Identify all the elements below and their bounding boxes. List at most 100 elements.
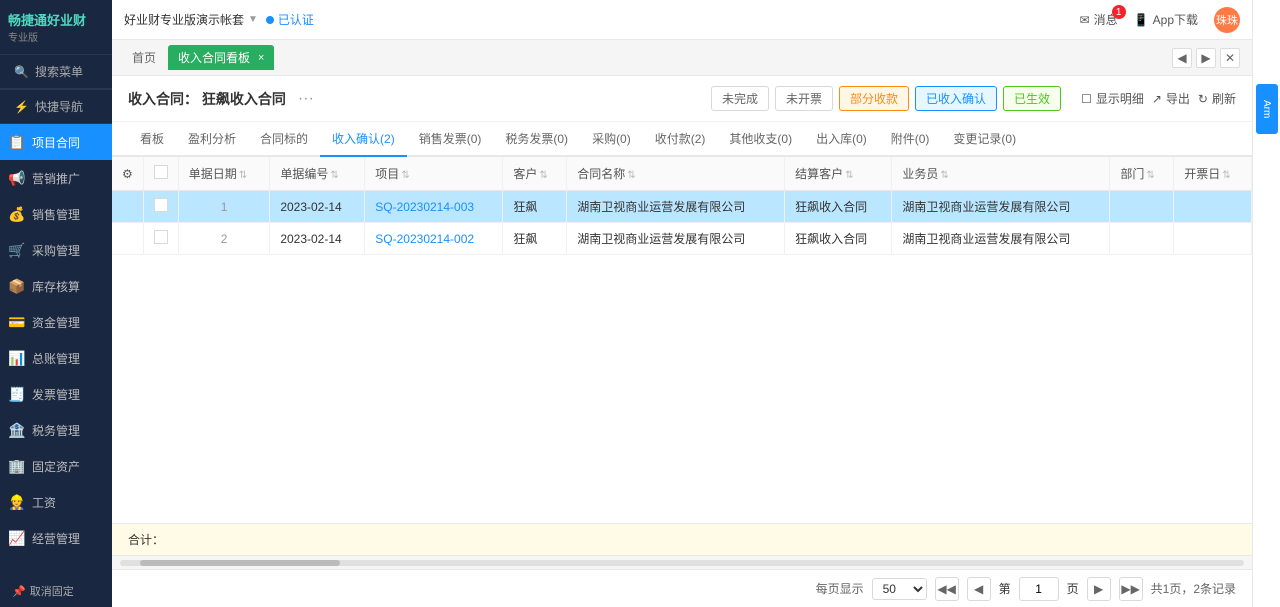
refresh-label: 刷新 <box>1212 90 1236 107</box>
sub-tab-profit[interactable]: 盈利分析 <box>176 122 248 157</box>
certified-dot <box>266 16 274 24</box>
total-pages-info: 共1页，2条记录 <box>1151 580 1236 597</box>
show-detail-label: 显示明细 <box>1096 90 1144 107</box>
table-header-row: ⚙ 单据日期⇅ 单据编号⇅ 项目⇅ 客户⇅ 合同名称⇅ 结算客户⇅ 业务员⇅ 部… <box>112 157 1252 191</box>
sidebar-quick-nav[interactable]: ⚡ 快捷导航 <box>0 89 112 124</box>
tab-prev-button[interactable]: ◀ <box>1172 48 1192 68</box>
app-icon: 📱 <box>1134 13 1149 27</box>
status-btn-uninvoiced[interactable]: 未开票 <box>775 86 833 111</box>
tab-close-icon[interactable]: × <box>258 52 264 64</box>
page-number-input[interactable] <box>1019 577 1059 601</box>
home-tab[interactable]: 首页 <box>124 49 164 66</box>
status-btn-partial[interactable]: 部分收款 <box>839 86 909 111</box>
sub-tab-board[interactable]: 看板 <box>128 122 176 157</box>
row-sales <box>1110 223 1174 255</box>
topbar-left: 好业财专业版演示帐套 ▼ 已认证 <box>124 11 314 28</box>
contract-header: 收入合同： 狂飙收入合同 ··· 未完成 未开票 部分收款 已收入确认 已生效 … <box>112 76 1252 122</box>
header-checkbox[interactable] <box>154 165 168 179</box>
row-project: 狂飙 <box>503 191 567 223</box>
settings-col-header[interactable]: ⚙ <box>112 157 143 191</box>
sidebar-item-inventory[interactable]: 📦 库存核算 <box>0 268 112 304</box>
right-panel-label: Arm <box>1261 100 1272 118</box>
status-btn-confirmed[interactable]: 已收入确认 <box>915 86 997 111</box>
search-label: 搜索菜单 <box>35 63 83 80</box>
row-project: 狂飙 <box>503 223 567 255</box>
row-number: SQ-20230214-002 <box>365 223 503 255</box>
sidebar-bottom[interactable]: 📌 取消固定 <box>0 575 112 607</box>
sidebar-item-purchase[interactable]: 🛒 采购管理 <box>0 232 112 268</box>
status-btn-incomplete[interactable]: 未完成 <box>711 86 769 111</box>
message-badge: 1 <box>1112 5 1126 19</box>
contract-prefix: 收入合同： <box>128 91 198 107</box>
sub-tab-revenue[interactable]: 收入确认(2) <box>320 122 407 157</box>
sidebar-item-tax[interactable]: 🏦 税务管理 <box>0 412 112 448</box>
contract-name: 狂飙收入合同 <box>202 91 286 107</box>
sub-tab-other[interactable]: 其他收支(0) <box>717 122 804 157</box>
inventory-icon: 📦 <box>8 277 26 295</box>
content-area: 收入合同： 狂飙收入合同 ··· 未完成 未开票 部分收款 已收入确认 已生效 … <box>112 76 1252 607</box>
sub-tab-attachment[interactable]: 附件(0) <box>879 122 942 157</box>
customer-col-header: 客户⇅ <box>503 157 567 191</box>
sub-tab-sales-invoice[interactable]: 销售发票(0) <box>407 122 494 157</box>
first-page-button[interactable]: ◀◀ <box>935 577 959 601</box>
checkbox-col-header[interactable] <box>143 157 178 191</box>
right-panel-button[interactable]: Arm <box>1256 84 1278 134</box>
row-contract: 狂飙收入合同 <box>785 223 892 255</box>
message-button[interactable]: ✉ 1 消息 <box>1080 11 1118 28</box>
sub-tab-tax-invoice[interactable]: 税务发票(0) <box>493 122 580 157</box>
home-label: 首页 <box>132 51 156 65</box>
status-btn-active[interactable]: 已生效 <box>1003 86 1061 111</box>
row-checkbox[interactable] <box>143 223 178 255</box>
app-label: App下载 <box>1153 11 1198 28</box>
show-detail-button[interactable]: ☐ 显示明细 <box>1081 90 1144 107</box>
company-selector[interactable]: 好业财专业版演示帐套 ▼ <box>124 11 258 28</box>
next-page-button[interactable]: ▶ <box>1087 577 1111 601</box>
sub-tab-subject[interactable]: 合同标的 <box>248 122 320 157</box>
sub-tab-payment[interactable]: 收付款(2) <box>643 122 718 157</box>
user-name: 珠珠 <box>1216 12 1238 28</box>
sales-icon: 💰 <box>8 205 26 223</box>
sidebar-item-hr[interactable]: 👷 工资 <box>0 484 112 520</box>
table-row[interactable]: 2 2023-02-14 SQ-20230214-002 狂飙 湖南卫视商业运营… <box>112 223 1252 255</box>
tab-next-button[interactable]: ▶ <box>1196 48 1216 68</box>
app-download-button[interactable]: 📱 App下载 <box>1134 11 1198 28</box>
sub-tab-warehouse[interactable]: 出入库(0) <box>804 122 879 157</box>
sidebar-item-marketing[interactable]: 📢 营销推广 <box>0 160 112 196</box>
horizontal-scrollbar[interactable] <box>112 555 1252 569</box>
table-row[interactable]: 1 2023-02-14 SQ-20230214-003 狂飙 湖南卫视商业运营… <box>112 191 1252 223</box>
sales-col-header: 业务员⇅ <box>892 157 1110 191</box>
pagination: 每页显示 50 100 200 ◀◀ ◀ 第 页 ▶ ▶▶ 共1页，2条记录 <box>112 569 1252 607</box>
user-avatar[interactable]: 珠珠 <box>1214 7 1240 33</box>
sidebar-item-label: 发票管理 <box>32 386 80 403</box>
sidebar-item-project[interactable]: 📋 项目合同 <box>0 124 112 160</box>
row-checkbox[interactable] <box>143 191 178 223</box>
scrollbar-thumb[interactable] <box>140 560 340 566</box>
ops-icon: 📈 <box>8 529 26 547</box>
contract-more-button[interactable]: ··· <box>298 90 314 108</box>
table-container: ⚙ 单据日期⇅ 单据编号⇅ 项目⇅ 客户⇅ 合同名称⇅ 结算客户⇅ 业务员⇅ 部… <box>112 157 1252 523</box>
sidebar-item-label: 项目合同 <box>32 134 80 151</box>
tab-close-button[interactable]: ✕ <box>1220 48 1240 68</box>
refresh-button[interactable]: ↻ 刷新 <box>1198 90 1236 107</box>
sub-tab-purchase[interactable]: 采购(0) <box>580 122 643 157</box>
prev-page-button[interactable]: ◀ <box>967 577 991 601</box>
doc-number-link[interactable]: SQ-20230214-003 <box>375 200 474 214</box>
active-tab[interactable]: 收入合同看板 × <box>168 45 274 70</box>
purchase-icon: 🛒 <box>8 241 26 259</box>
doc-number-link[interactable]: SQ-20230214-002 <box>375 232 474 246</box>
last-page-button[interactable]: ▶▶ <box>1119 577 1143 601</box>
row-settle-customer: 湖南卫视商业运营发展有限公司 <box>892 191 1110 223</box>
row-settings <box>112 191 143 223</box>
per-page-select[interactable]: 50 100 200 <box>872 578 927 600</box>
sidebar-item-invoice[interactable]: 🧾 发票管理 <box>0 376 112 412</box>
export-button[interactable]: ↗ 导出 <box>1152 90 1190 107</box>
row-settings <box>112 223 143 255</box>
sidebar-search[interactable]: 🔍 搜索菜单 <box>0 55 112 89</box>
sidebar-item-asset[interactable]: 🏢 固定资产 <box>0 448 112 484</box>
sidebar-item-label: 营销推广 <box>32 170 80 187</box>
sub-tab-changes[interactable]: 变更记录(0) <box>941 122 1028 157</box>
sidebar-item-general[interactable]: 📊 总账管理 <box>0 340 112 376</box>
sidebar-item-capital[interactable]: 💳 资金管理 <box>0 304 112 340</box>
sidebar-item-ops[interactable]: 📈 经营管理 <box>0 520 112 556</box>
sidebar-item-sales[interactable]: 💰 销售管理 <box>0 196 112 232</box>
